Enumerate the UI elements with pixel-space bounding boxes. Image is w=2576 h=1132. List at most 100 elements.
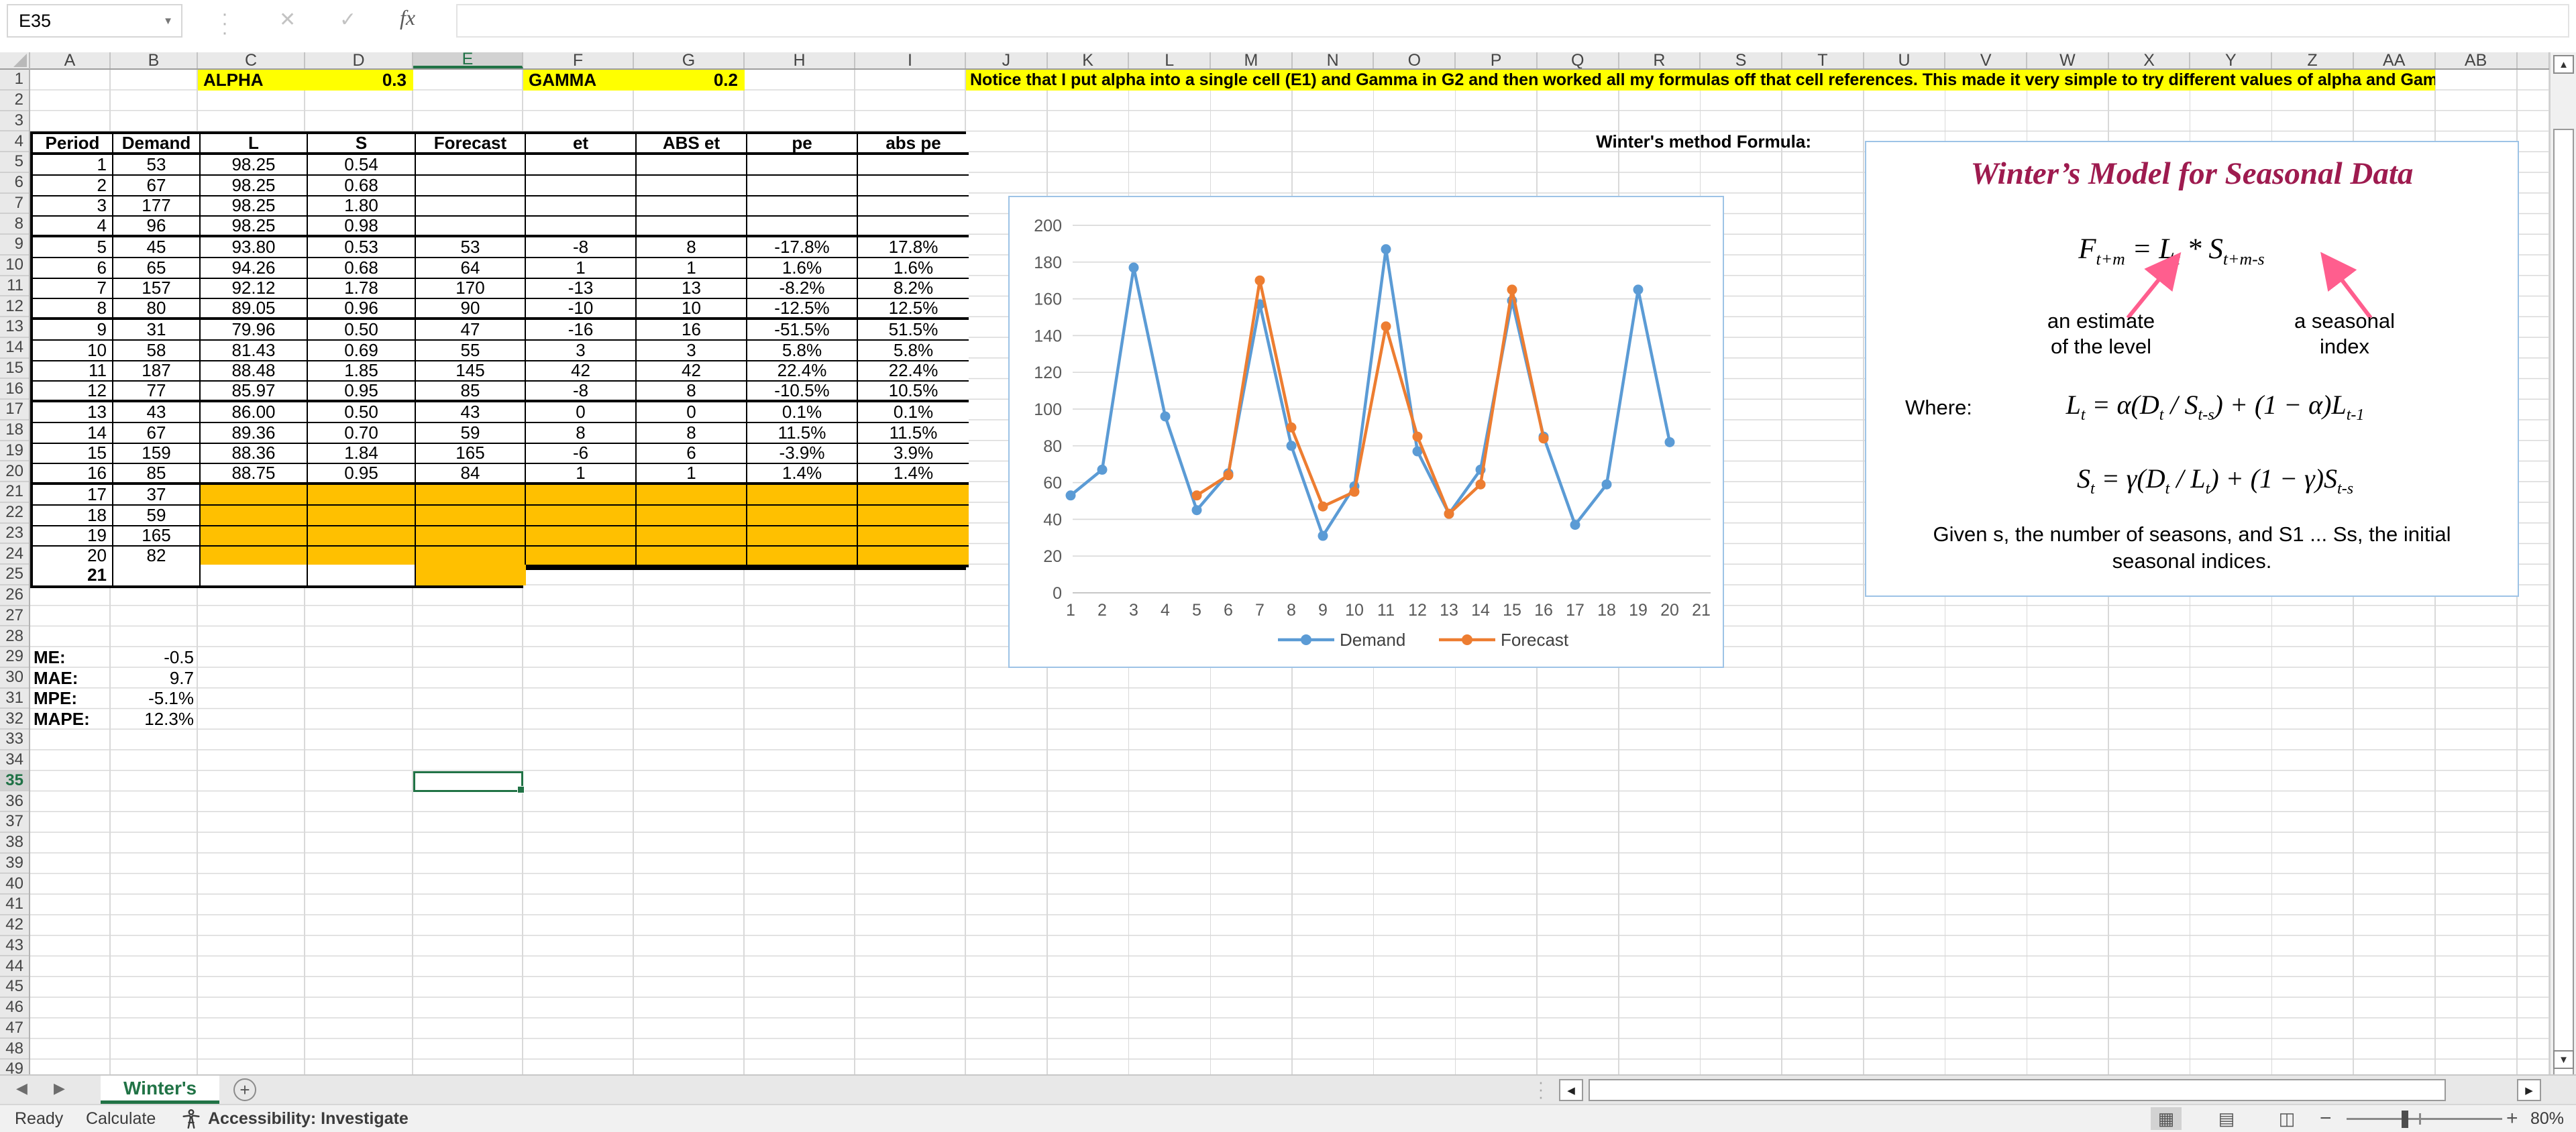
table-cell[interactable]: 93.80 [201,237,308,258]
table-cell[interactable] [526,547,637,567]
table-cell[interactable]: 1.78 [308,278,416,300]
table-cell[interactable]: 37 [113,484,201,506]
table-cell[interactable]: 0.70 [308,422,416,444]
splitter-dots-icon[interactable]: · · · [1536,1073,1546,1105]
table-cell[interactable] [526,485,637,506]
row-header-5[interactable]: 5 [0,152,29,173]
row-header-48[interactable]: 48 [0,1039,29,1060]
row-header-2[interactable]: 2 [0,91,29,111]
chevron-down-icon[interactable]: ▼ [163,15,173,27]
column-header-AA[interactable]: AA [2354,52,2436,68]
table-cell[interactable]: 0.68 [308,175,416,196]
table-cell[interactable]: 22.4% [747,360,858,382]
column-header-A[interactable]: A [30,52,111,68]
table-cell[interactable]: 3.9% [858,443,969,465]
table-cell[interactable]: 67 [113,175,201,196]
column-header-K[interactable]: K [1048,52,1130,68]
table-cell[interactable]: 10 [637,298,747,320]
row-header-43[interactable]: 43 [0,936,29,957]
row-header-21[interactable]: 21 [0,482,29,503]
column-header-E[interactable]: E [413,52,523,68]
table-cell[interactable]: 94.26 [201,258,308,279]
zoom-level[interactable]: 80% [2530,1105,2564,1132]
row-header-49[interactable]: 49 [0,1060,29,1074]
row-header-23[interactable]: 23 [0,524,29,545]
table-cell[interactable]: 42 [637,360,747,382]
table-cell[interactable] [747,175,858,196]
row-header-3[interactable]: 3 [0,111,29,132]
table-cell-final[interactable] [113,565,201,585]
gamma-cells[interactable]: GAMMA 0.2 [523,70,745,91]
row-header-10[interactable]: 10 [0,256,29,276]
table-cell[interactable]: 2 [33,175,113,196]
cancel-icon[interactable]: ✕ [279,8,296,32]
accessibility-icon[interactable] [180,1108,203,1131]
table-cell[interactable]: 88.75 [201,463,308,485]
row-header-30[interactable]: 30 [0,668,29,689]
forecast-table[interactable]: Period Demand L S Forecast et ABS et pe abs pe 1 5… [30,131,969,570]
column-header-partial[interactable] [2518,52,2549,68]
table-cell[interactable]: 12 [33,380,113,402]
table-cell[interactable] [858,526,969,547]
table-cell[interactable]: 177 [113,195,201,217]
table-cell[interactable]: 5.8% [858,340,969,361]
table-cell[interactable]: 9 [33,319,113,341]
table-cell[interactable] [858,485,969,506]
table-cell[interactable] [637,217,747,237]
table-cell[interactable] [416,217,526,237]
table-cell[interactable]: -51.5% [747,319,858,341]
row-header-41[interactable]: 41 [0,895,29,915]
table-cell[interactable]: 187 [113,360,201,382]
table-cell[interactable] [637,155,747,176]
table-cell[interactable]: 13 [33,402,113,423]
table-cell[interactable]: 86.00 [201,402,308,423]
hscroll-left-icon[interactable]: ◀ [1559,1079,1583,1101]
row-header-33[interactable]: 33 [0,730,29,750]
row-header-22[interactable]: 22 [0,503,29,524]
column-header-H[interactable]: H [745,52,855,68]
tab-nav-right-icon[interactable]: ▶ [54,1080,65,1097]
table-cell[interactable]: 55 [416,340,526,361]
row-header-17[interactable]: 17 [0,400,29,420]
view-page-layout-icon[interactable]: ▤ [2211,1107,2242,1130]
row-header-24[interactable]: 24 [0,544,29,565]
table-cell[interactable] [858,196,969,217]
zoom-in-icon[interactable]: + [2506,1105,2518,1132]
table-cell[interactable]: 1 [637,258,747,279]
column-header-Q[interactable]: Q [1538,52,1619,68]
table-cell[interactable]: 10 [33,340,113,361]
row-header-8[interactable]: 8 [0,214,29,235]
column-header-AB[interactable]: AB [2436,52,2518,68]
table-cell-final[interactable] [308,565,416,585]
table-cell[interactable] [526,155,637,176]
row-header-13[interactable]: 13 [0,317,29,338]
tab-nav-left-icon[interactable]: ◀ [16,1080,28,1097]
table-cell[interactable]: 98.25 [201,215,308,237]
table-cell[interactable]: 11.5% [747,422,858,444]
table-cell[interactable]: 159 [113,443,201,465]
table-cell[interactable]: 51.5% [858,319,969,341]
table-cell[interactable]: 16 [637,319,747,341]
view-page-break-icon[interactable]: ◫ [2271,1107,2302,1130]
table-cell[interactable]: 0.54 [308,154,416,176]
column-header-Y[interactable]: Y [2191,52,2273,68]
formula-input[interactable] [456,4,2569,38]
table-cell[interactable]: 16 [33,463,113,485]
table-cell[interactable] [201,505,308,526]
table-cell[interactable]: 170 [416,278,526,300]
row-header-6[interactable]: 6 [0,173,29,194]
table-cell[interactable] [416,155,526,176]
column-header-N[interactable]: N [1293,52,1375,68]
table-cell[interactable]: 92.12 [201,278,308,300]
column-header-C[interactable]: C [198,52,305,68]
sheet-tab-winters[interactable]: Winter's [101,1076,220,1104]
table-cell[interactable] [308,526,416,547]
table-cell[interactable]: -3.9% [747,443,858,465]
insert-function-icon[interactable]: fx [400,5,415,30]
table-cell[interactable] [526,196,637,217]
table-cell[interactable]: 4 [33,215,113,237]
row-header-4[interactable]: 4 [0,131,29,152]
table-cell[interactable]: 0.53 [308,237,416,258]
table-cell[interactable]: 8 [637,422,747,444]
row-header-26[interactable]: 26 [0,585,29,606]
